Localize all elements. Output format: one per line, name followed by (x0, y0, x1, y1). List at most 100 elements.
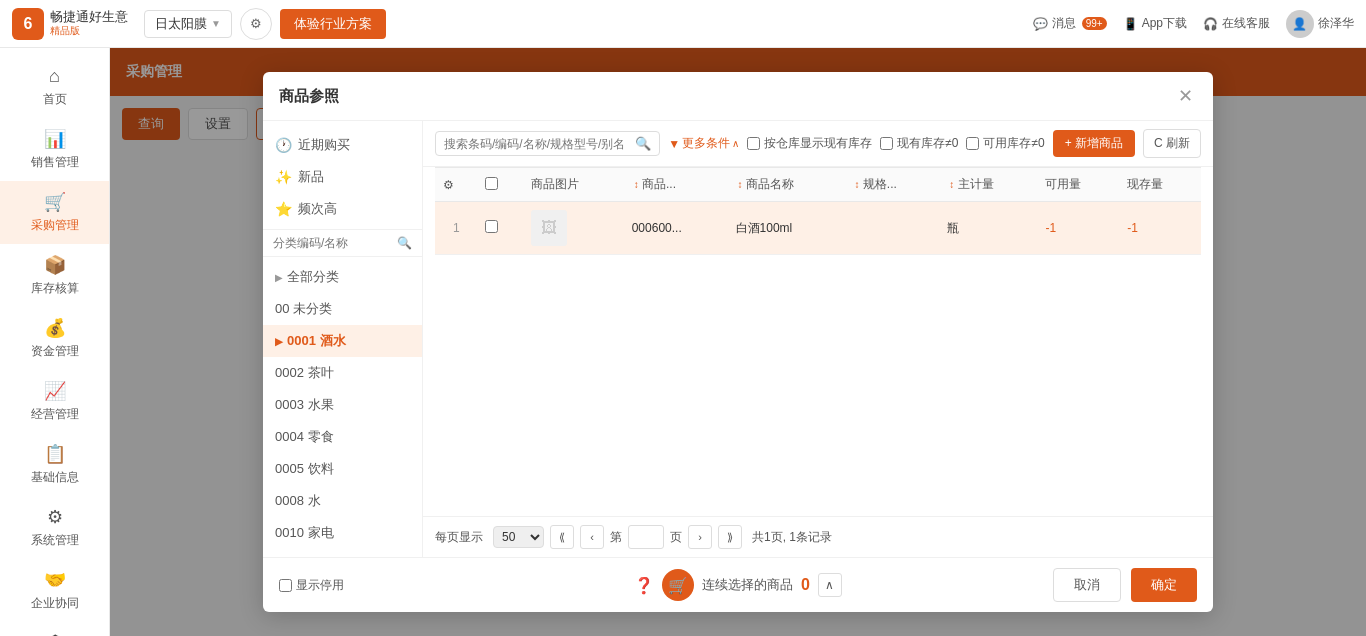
sidebar-item-label: 基础信息 (31, 469, 79, 486)
quick-access-new[interactable]: ✨ 新品 (263, 161, 422, 193)
page-label: 第 (610, 529, 622, 546)
sort-icon-spec[interactable]: ↕ (854, 179, 859, 190)
modal-header: 商品参照 ✕ (263, 72, 1213, 121)
next-page-btn[interactable]: › (688, 525, 712, 549)
prev-page-btn[interactable]: ‹ (580, 525, 604, 549)
refresh-table-button[interactable]: C 刷新 (1143, 129, 1201, 158)
confirm-button[interactable]: 确定 (1131, 568, 1197, 602)
product-search-input[interactable] (444, 137, 631, 151)
app-label: App下载 (1142, 15, 1187, 32)
frequent-icon: ⭐ (275, 201, 292, 217)
sidebar-item-collab[interactable]: 🤝 企业协同 (0, 559, 109, 622)
show-disabled-checkbox[interactable] (279, 579, 292, 592)
sort-icon-name[interactable]: ↕ (738, 179, 743, 190)
th-image: 商品图片 (523, 168, 624, 202)
table-row[interactable]: 1 🖼 000600... (435, 202, 1201, 255)
td-checkbox[interactable] (477, 202, 523, 255)
td-code: 000600... (624, 202, 728, 255)
sort-icon[interactable]: ↕ (634, 179, 639, 190)
total-info: 共1页, 1条记录 (752, 529, 832, 546)
category-7[interactable]: 0010 家电 (263, 517, 422, 549)
show-disabled-label: 显示停用 (296, 577, 344, 594)
add-product-button[interactable]: + 新增商品 (1053, 130, 1135, 157)
quick-access-frequent[interactable]: ⭐ 频次高 (263, 193, 422, 225)
filter-more-label: 更多条件 (682, 135, 730, 152)
td-image: 🖼 (523, 202, 624, 255)
app-download-item[interactable]: 📱 App下载 (1123, 15, 1187, 32)
row-number: 1 (453, 221, 460, 235)
checkbox-current-stock[interactable]: 现有库存≠0 (880, 135, 958, 152)
home-icon: ⌂ (49, 66, 60, 87)
quick-label: 新品 (298, 168, 324, 186)
quick-label: 频次高 (298, 200, 337, 218)
message-item[interactable]: 💬 消息 99 (1033, 15, 1107, 32)
sidebar-item-system[interactable]: ⚙ 系统管理 (0, 496, 109, 559)
category-4[interactable]: 0004 零食 (263, 421, 422, 453)
checkbox-by-warehouse-input[interactable] (747, 137, 760, 150)
category-all[interactable]: ▶ 全部分类 (263, 261, 422, 293)
category-search-wrap: 🔍 (263, 229, 422, 257)
app-icon: 📱 (1123, 17, 1138, 31)
footer-buttons: 取消 确定 (1053, 568, 1197, 602)
filter-more-btn[interactable]: ▼ 更多条件 ∧ (668, 135, 739, 152)
checkbox-available-stock-input[interactable] (966, 137, 979, 150)
checkbox-by-warehouse[interactable]: 按仓库显示现有库存 (747, 135, 872, 152)
sidebar-item-basic[interactable]: 📋 基础信息 (0, 433, 109, 496)
sort-icon-unit[interactable]: ↕ (949, 179, 954, 190)
th-name-label: 商品名称 (746, 177, 794, 191)
nav-dropdown[interactable]: 日太阳膜 ▼ (144, 10, 232, 38)
category-search-input[interactable] (273, 236, 393, 250)
sidebar-item-finance[interactable]: 💰 资金管理 (0, 307, 109, 370)
td-stock: -1 (1119, 202, 1201, 255)
row-checkbox[interactable] (485, 220, 498, 233)
th-unit: ↕ 主计量 (939, 168, 1037, 202)
category-label: 0010 家电 (275, 524, 334, 542)
page-input[interactable]: 1 (628, 525, 664, 549)
th-spec: ↕ 规格... (844, 168, 939, 202)
cart-collapse-btn[interactable]: ∧ (818, 573, 842, 597)
service-item[interactable]: 🎧 在线客服 (1203, 15, 1270, 32)
system-icon: ⚙ (47, 506, 63, 528)
user-item[interactable]: 👤 徐泽华 (1286, 10, 1354, 38)
tri-icon: ▶ (275, 336, 283, 347)
category-5[interactable]: 0005 饮料 (263, 453, 422, 485)
category-1[interactable]: ▶ 0001 酒水 (263, 325, 422, 357)
sidebar-item-label: 首页 (43, 91, 67, 108)
help-icon[interactable]: ❓ (634, 576, 654, 595)
category-6[interactable]: 0008 水 (263, 485, 422, 517)
category-search-icon[interactable]: 🔍 (397, 236, 412, 250)
category-3[interactable]: 0003 水果 (263, 389, 422, 421)
cancel-button[interactable]: 取消 (1053, 568, 1121, 602)
show-disabled-checkbox-wrap[interactable]: 显示停用 (279, 577, 344, 594)
settings-btn-top[interactable]: ⚙ (240, 8, 272, 40)
checkbox-available-stock[interactable]: 可用库存≠0 (966, 135, 1044, 152)
category-0[interactable]: 00 未分类 (263, 293, 422, 325)
product-image: 🖼 (531, 210, 567, 246)
service-label: 在线客服 (1222, 15, 1270, 32)
per-page-select[interactable]: 50 100 200 (493, 526, 544, 548)
sidebar-item-label: 经营管理 (31, 406, 79, 423)
sidebar-item-inventory[interactable]: 📦 库存核算 (0, 244, 109, 307)
checkbox-current-stock-input[interactable] (880, 137, 893, 150)
th-gear-icon: ⚙ (443, 178, 454, 192)
th-unit-label: 主计量 (958, 177, 994, 191)
select-all-checkbox[interactable] (485, 177, 498, 190)
td-unit: 瓶 (939, 202, 1037, 255)
modal-body: 🕐 近期购买 ✨ 新品 ⭐ 频次高 🔍 (263, 121, 1213, 557)
modal-close-button[interactable]: ✕ (1173, 84, 1197, 108)
sidebar-item-purchase[interactable]: 🛒 采购管理 (0, 181, 109, 244)
last-page-btn[interactable]: ⟫ (718, 525, 742, 549)
sidebar-item-home[interactable]: ⌂ 首页 (0, 56, 109, 118)
sidebar-item-sales[interactable]: 📊 销售管理 (0, 118, 109, 181)
sidebar-item-business[interactable]: 📈 经营管理 (0, 370, 109, 433)
category-2[interactable]: 0002 茶叶 (263, 357, 422, 389)
quick-access-recent[interactable]: 🕐 近期购买 (263, 129, 422, 161)
quick-label: 近期购买 (298, 136, 350, 154)
first-page-btn[interactable]: ⟪ (550, 525, 574, 549)
sidebar-item-guide[interactable]: 🎓 新手引导 (0, 622, 109, 636)
checkbox-current-stock-label: 现有库存≠0 (897, 135, 958, 152)
trial-button[interactable]: 体验行业方案 (280, 9, 386, 39)
page-suffix: 页 (670, 529, 682, 546)
filter-bar: 🔍 ▼ 更多条件 ∧ 按仓库显示现有库存 (423, 121, 1213, 167)
td-row-num: 1 (435, 202, 477, 255)
